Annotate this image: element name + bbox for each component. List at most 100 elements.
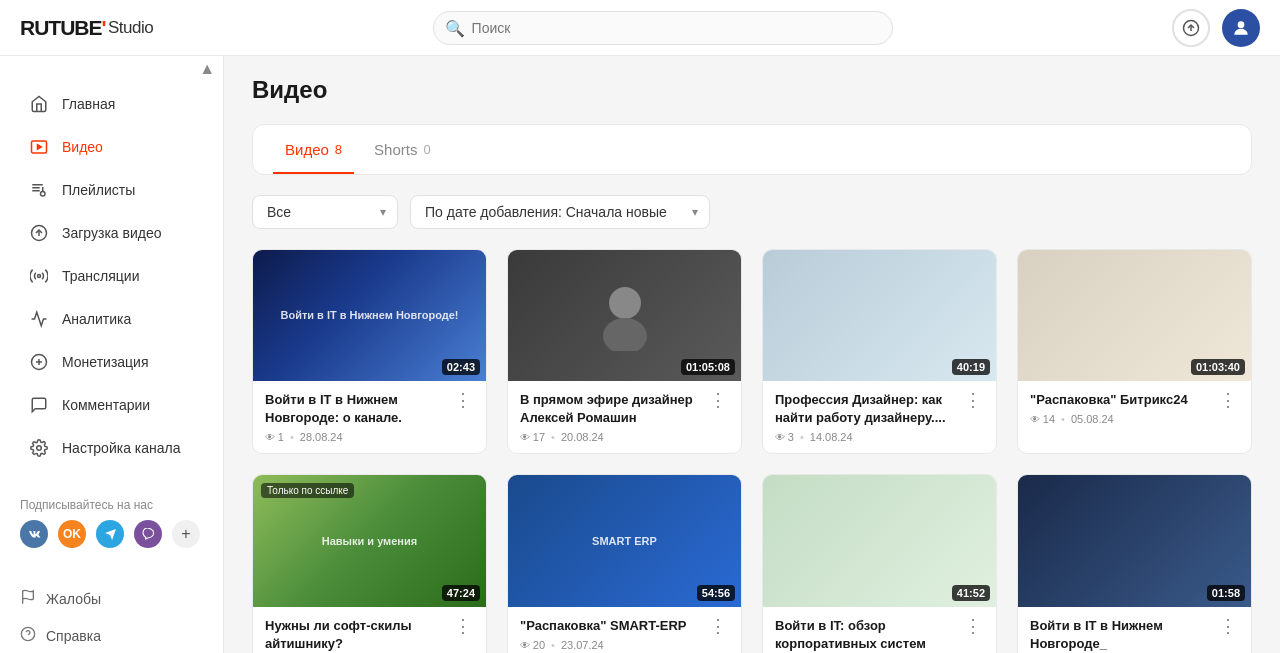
sidebar-item-video[interactable]: Видео: [8, 126, 215, 168]
main-content: Видео Видео 8 Shorts 0 Все Опубликовано: [224, 56, 1280, 653]
social-vk-icon[interactable]: [20, 520, 48, 548]
svg-point-16: [609, 287, 641, 319]
video-meta: 20 • 23.07.24: [520, 639, 729, 651]
video-title-row: В прямом эфире дизайнер Алексей Ромашин …: [520, 391, 729, 427]
video-title: Профессия Дизайнер: как найти работу диз…: [775, 391, 958, 427]
video-info: Профессия Дизайнер: как найти работу диз…: [763, 381, 996, 453]
video-menu-button[interactable]: ⋮: [707, 617, 729, 635]
video-meta: 3 • 14.08.24: [775, 431, 984, 443]
video-card[interactable]: 40:19 Профессия Дизайнер: как найти рабо…: [762, 249, 997, 454]
sidebar-item-playlists[interactable]: Плейлисты: [8, 169, 215, 211]
upload-icon-button[interactable]: [1172, 9, 1210, 47]
sidebar-label-monetization: Монетизация: [62, 354, 149, 370]
video-menu-button[interactable]: ⋮: [962, 617, 984, 635]
sidebar-item-comments[interactable]: Комментарии: [8, 384, 215, 426]
video-card[interactable]: 41:52 Войти в IT: обзор корпоративных си…: [762, 474, 997, 653]
video-info: Войти в IT в Нижнем Новгороде_ ⋮: [1018, 607, 1251, 654]
video-views: 14: [1030, 413, 1055, 425]
video-card[interactable]: 01:03:40 "Распаковка" Битрикс24 ⋮ 14 • 0…: [1017, 249, 1252, 454]
video-views: 17: [520, 431, 545, 443]
tab-video-count: 8: [335, 142, 342, 157]
sidebar-item-streams[interactable]: Трансляции: [8, 255, 215, 297]
comment-icon: [28, 394, 50, 416]
tab-video[interactable]: Видео 8: [273, 125, 354, 174]
svg-marker-4: [38, 145, 42, 150]
video-grid: Войти в IT в Нижнем Новгороде! 02:43 Вой…: [252, 249, 1252, 653]
video-menu-button[interactable]: ⋮: [452, 617, 474, 635]
playlist-icon: [28, 179, 50, 201]
video-info: Войти в IT в Нижнем Новгороде: о канале.…: [253, 381, 486, 453]
thumb-text: Навыки и умения: [314, 526, 425, 556]
sidebar-label-streams: Трансляции: [62, 268, 139, 284]
header-icons: [1172, 9, 1260, 47]
social-viber-icon[interactable]: [134, 520, 162, 548]
social-add-icon[interactable]: +: [172, 520, 200, 548]
svg-point-5: [41, 192, 46, 197]
video-info: Нужны ли софт-скилы айтишнику? ⋮: [253, 607, 486, 654]
video-title-row: Войти в IT в Нижнем Новгороде: о канале.…: [265, 391, 474, 427]
svg-point-12: [37, 446, 42, 451]
social-section: Подписывайтесь на нас OK +: [0, 486, 223, 556]
logo[interactable]: RUTUBE'Studio: [20, 16, 153, 40]
sidebar-label-playlists: Плейлисты: [62, 182, 135, 198]
video-info: "Распаковка" Битрикс24 ⋮ 14 • 05.08.24: [1018, 381, 1251, 435]
video-thumbnail: 41:52: [763, 475, 996, 606]
sidebar-item-settings[interactable]: Настройка канала: [8, 427, 215, 469]
video-card[interactable]: Войти в IT в Нижнем Новгороде! 02:43 Вой…: [252, 249, 487, 454]
video-info: "Распаковка" SMART-ERP ⋮ 20 • 23.07.24: [508, 607, 741, 654]
logo-ru: RU: [20, 16, 48, 40]
upload-nav-icon: [28, 222, 50, 244]
video-title: Войти в IT в Нижнем Новгороде_: [1030, 617, 1213, 653]
complaints-label: Жалобы: [46, 591, 101, 607]
money-icon: [28, 351, 50, 373]
video-duration: 41:52: [952, 585, 990, 601]
video-menu-button[interactable]: ⋮: [962, 391, 984, 409]
sort-filter[interactable]: По дате добавления: Сначала новые По дат…: [410, 195, 710, 229]
video-card[interactable]: 01:05:08 В прямом эфире дизайнер Алексей…: [507, 249, 742, 454]
video-views: 1: [265, 431, 284, 443]
video-card[interactable]: 01:58 Войти в IT в Нижнем Новгороде_ ⋮: [1017, 474, 1252, 653]
sidebar-item-upload[interactable]: Загрузка видео: [8, 212, 215, 254]
social-ok-icon[interactable]: OK: [58, 520, 86, 548]
user-avatar-button[interactable]: [1222, 9, 1260, 47]
video-duration: 01:58: [1207, 585, 1245, 601]
video-thumbnail: SMART ERP 54:56: [508, 475, 741, 606]
video-info: В прямом эфире дизайнер Алексей Ромашин …: [508, 381, 741, 453]
svg-point-17: [603, 318, 647, 351]
tab-video-label: Видео: [285, 141, 329, 158]
video-info: Войти в IT: обзор корпоративных систем д…: [763, 607, 996, 654]
video-thumbnail: Навыки и умения Только по ссылке 47:24: [253, 475, 486, 606]
sidebar-scroll-up-button[interactable]: ▲: [199, 60, 215, 78]
thumb-text: Войти в IT в Нижнем Новгороде!: [272, 300, 466, 330]
sidebar-item-home[interactable]: Главная: [8, 83, 215, 125]
help-label: Справка: [46, 628, 101, 644]
search-bar: 🔍: [433, 11, 893, 45]
status-filter[interactable]: Все Опубликовано Черновик Скрытое: [252, 195, 398, 229]
sidebar-item-complaints[interactable]: Жалобы: [0, 580, 223, 617]
settings-icon: [28, 437, 50, 459]
video-title-row: "Распаковка" SMART-ERP ⋮: [520, 617, 729, 635]
video-date: 28.08.24: [300, 431, 343, 443]
sidebar-label-home: Главная: [62, 96, 115, 112]
video-title: "Распаковка" SMART-ERP: [520, 617, 703, 635]
video-thumbnail: 01:03:40: [1018, 250, 1251, 381]
video-menu-button[interactable]: ⋮: [1217, 391, 1239, 409]
sidebar-item-monetization[interactable]: Монетизация: [8, 341, 215, 383]
video-menu-button[interactable]: ⋮: [452, 391, 474, 409]
video-thumbnail: 01:58: [1018, 475, 1251, 606]
svg-point-8: [38, 275, 41, 278]
tabs-card: Видео 8 Shorts 0: [252, 124, 1252, 175]
search-input[interactable]: [433, 11, 893, 45]
video-menu-button[interactable]: ⋮: [1217, 617, 1239, 635]
status-filter-wrap: Все Опубликовано Черновик Скрытое: [252, 195, 398, 229]
sidebar-item-help[interactable]: Справка: [0, 617, 223, 653]
video-menu-button[interactable]: ⋮: [707, 391, 729, 409]
tab-shorts[interactable]: Shorts 0: [362, 125, 443, 174]
sidebar: ▲ Главная Видео Плейли: [0, 56, 224, 653]
video-card[interactable]: Навыки и умения Только по ссылке 47:24 Н…: [252, 474, 487, 653]
video-card[interactable]: SMART ERP 54:56 "Распаковка" SMART-ERP ⋮…: [507, 474, 742, 653]
social-telegram-icon[interactable]: [96, 520, 124, 548]
sidebar-item-analytics[interactable]: Аналитика: [8, 298, 215, 340]
video-duration: 47:24: [442, 585, 480, 601]
tabs-row: Видео 8 Shorts 0: [273, 125, 1231, 174]
